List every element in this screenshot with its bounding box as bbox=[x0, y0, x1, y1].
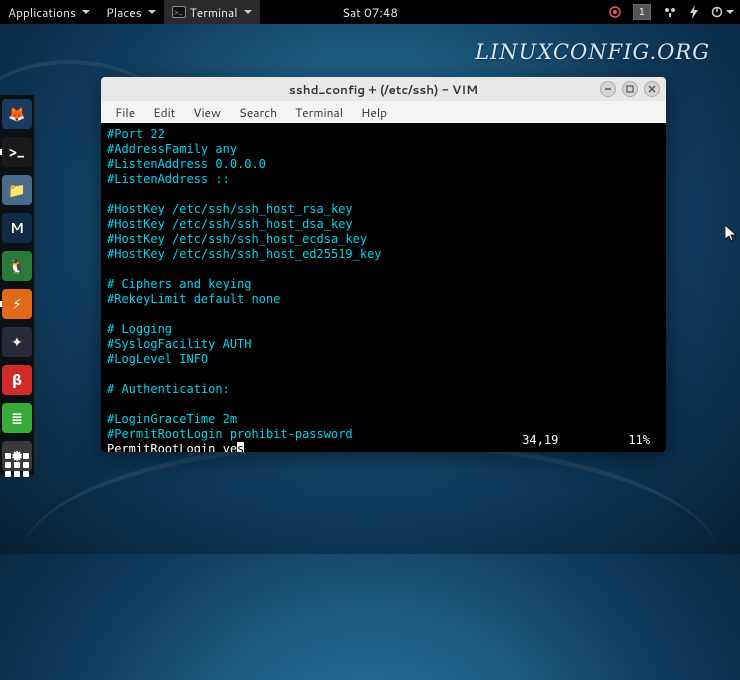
vim-line: # Logging bbox=[107, 322, 660, 337]
apps-grid-icon bbox=[2, 450, 32, 480]
chevron-down-icon bbox=[148, 10, 156, 14]
dock-item-maltego[interactable]: ✦ bbox=[2, 327, 32, 357]
dock-item-beef[interactable]: β bbox=[2, 365, 32, 395]
screencast-icon[interactable] bbox=[603, 6, 627, 18]
menu-terminal[interactable]: Terminal bbox=[287, 102, 351, 123]
minimize-button[interactable] bbox=[600, 81, 616, 97]
menu-view[interactable]: View bbox=[185, 102, 229, 123]
dock-item-firefox[interactable]: 🦊 bbox=[2, 99, 32, 129]
applications-label: Applications bbox=[8, 4, 76, 21]
vim-line: #HostKey /etc/ssh/ssh_host_ecdsa_key bbox=[107, 232, 660, 247]
close-button[interactable] bbox=[644, 81, 660, 97]
vim-line bbox=[107, 307, 660, 322]
window-titlebar[interactable]: sshd_config + (/etc/ssh) - VIM bbox=[101, 77, 666, 101]
vim-line: #SyslogFacility AUTH bbox=[107, 337, 660, 352]
dock-item-notes[interactable]: ≣ bbox=[2, 403, 32, 433]
show-applications-button[interactable] bbox=[2, 450, 32, 480]
terminal-icon: >_ bbox=[172, 6, 186, 18]
top-panel: Applications Places >_ Terminal Sat 07:4… bbox=[0, 0, 740, 24]
vim-line: #HostKey /etc/ssh/ssh_host_rsa_key bbox=[107, 202, 660, 217]
menu-search[interactable]: Search bbox=[231, 102, 285, 123]
vim-line: #Port 22 bbox=[107, 127, 660, 142]
dock: 🦊>_📁M🐧⚡✦β≣⚙ bbox=[0, 95, 35, 475]
dock-item-terminal[interactable]: >_ bbox=[2, 137, 32, 167]
accessibility-icon[interactable] bbox=[657, 5, 683, 19]
bolt-icon[interactable] bbox=[683, 5, 705, 19]
clock[interactable]: Sat 07:48 bbox=[342, 4, 398, 21]
minimize-icon bbox=[604, 85, 612, 93]
dock-item-armitage[interactable]: 🐧 bbox=[2, 251, 32, 281]
close-icon bbox=[648, 85, 656, 93]
power-menu[interactable] bbox=[705, 6, 740, 18]
background-decoration bbox=[20, 440, 720, 680]
chevron-down-icon bbox=[244, 10, 252, 14]
vim-line bbox=[107, 262, 660, 277]
maximize-icon bbox=[626, 85, 634, 93]
vim-line: #HostKey /etc/ssh/ssh_host_ed25519_key bbox=[107, 247, 660, 262]
vim-status-line: 34,19 11% bbox=[107, 433, 660, 448]
window-title: sshd_config + (/etc/ssh) - VIM bbox=[289, 81, 478, 98]
dock-item-burp[interactable]: ⚡ bbox=[2, 289, 32, 319]
vim-scroll-percent: 11% bbox=[628, 433, 650, 448]
menu-file[interactable]: File bbox=[107, 102, 143, 123]
vim-line: # Ciphers and keying bbox=[107, 277, 660, 292]
vim-cursor-position: 34,19 bbox=[522, 433, 558, 448]
menu-edit[interactable]: Edit bbox=[145, 102, 183, 123]
window-menubar: FileEditViewSearchTerminalHelp bbox=[101, 101, 666, 123]
workspace-indicator[interactable]: 1 bbox=[627, 4, 657, 20]
places-menu[interactable]: Places bbox=[98, 0, 164, 24]
terminal-label: Terminal bbox=[190, 4, 238, 21]
dock-item-files[interactable]: 📁 bbox=[2, 175, 32, 205]
menu-help[interactable]: Help bbox=[353, 102, 395, 123]
vim-line: #ListenAddress 0.0.0.0 bbox=[107, 157, 660, 172]
vim-line: #ListenAddress :: bbox=[107, 172, 660, 187]
brand-watermark: LINUXCONFIG.ORG bbox=[475, 40, 710, 64]
vim-line bbox=[107, 187, 660, 202]
chevron-down-icon bbox=[726, 10, 734, 14]
chevron-down-icon bbox=[82, 10, 90, 14]
vim-line: # Authentication: bbox=[107, 382, 660, 397]
vim-line: #LoginGraceTime 2m bbox=[107, 412, 660, 427]
workspace-number: 1 bbox=[633, 4, 651, 20]
vim-line bbox=[107, 397, 660, 412]
dock-item-metasploit[interactable]: M bbox=[2, 213, 32, 243]
vim-line bbox=[107, 367, 660, 382]
terminal-window: sshd_config + (/etc/ssh) - VIM FileEditV… bbox=[101, 77, 666, 452]
applications-menu[interactable]: Applications bbox=[0, 0, 98, 24]
places-label: Places bbox=[106, 4, 142, 21]
vim-line: #RekeyLimit default none bbox=[107, 292, 660, 307]
terminal-app-menu[interactable]: >_ Terminal bbox=[164, 0, 260, 24]
maximize-button[interactable] bbox=[622, 81, 638, 97]
vim-line: #AddressFamily any bbox=[107, 142, 660, 157]
vim-line: #HostKey /etc/ssh/ssh_host_dsa_key bbox=[107, 217, 660, 232]
vim-line: #LogLevel INFO bbox=[107, 352, 660, 367]
terminal-content[interactable]: #Port 22#AddressFamily any#ListenAddress… bbox=[101, 123, 666, 452]
